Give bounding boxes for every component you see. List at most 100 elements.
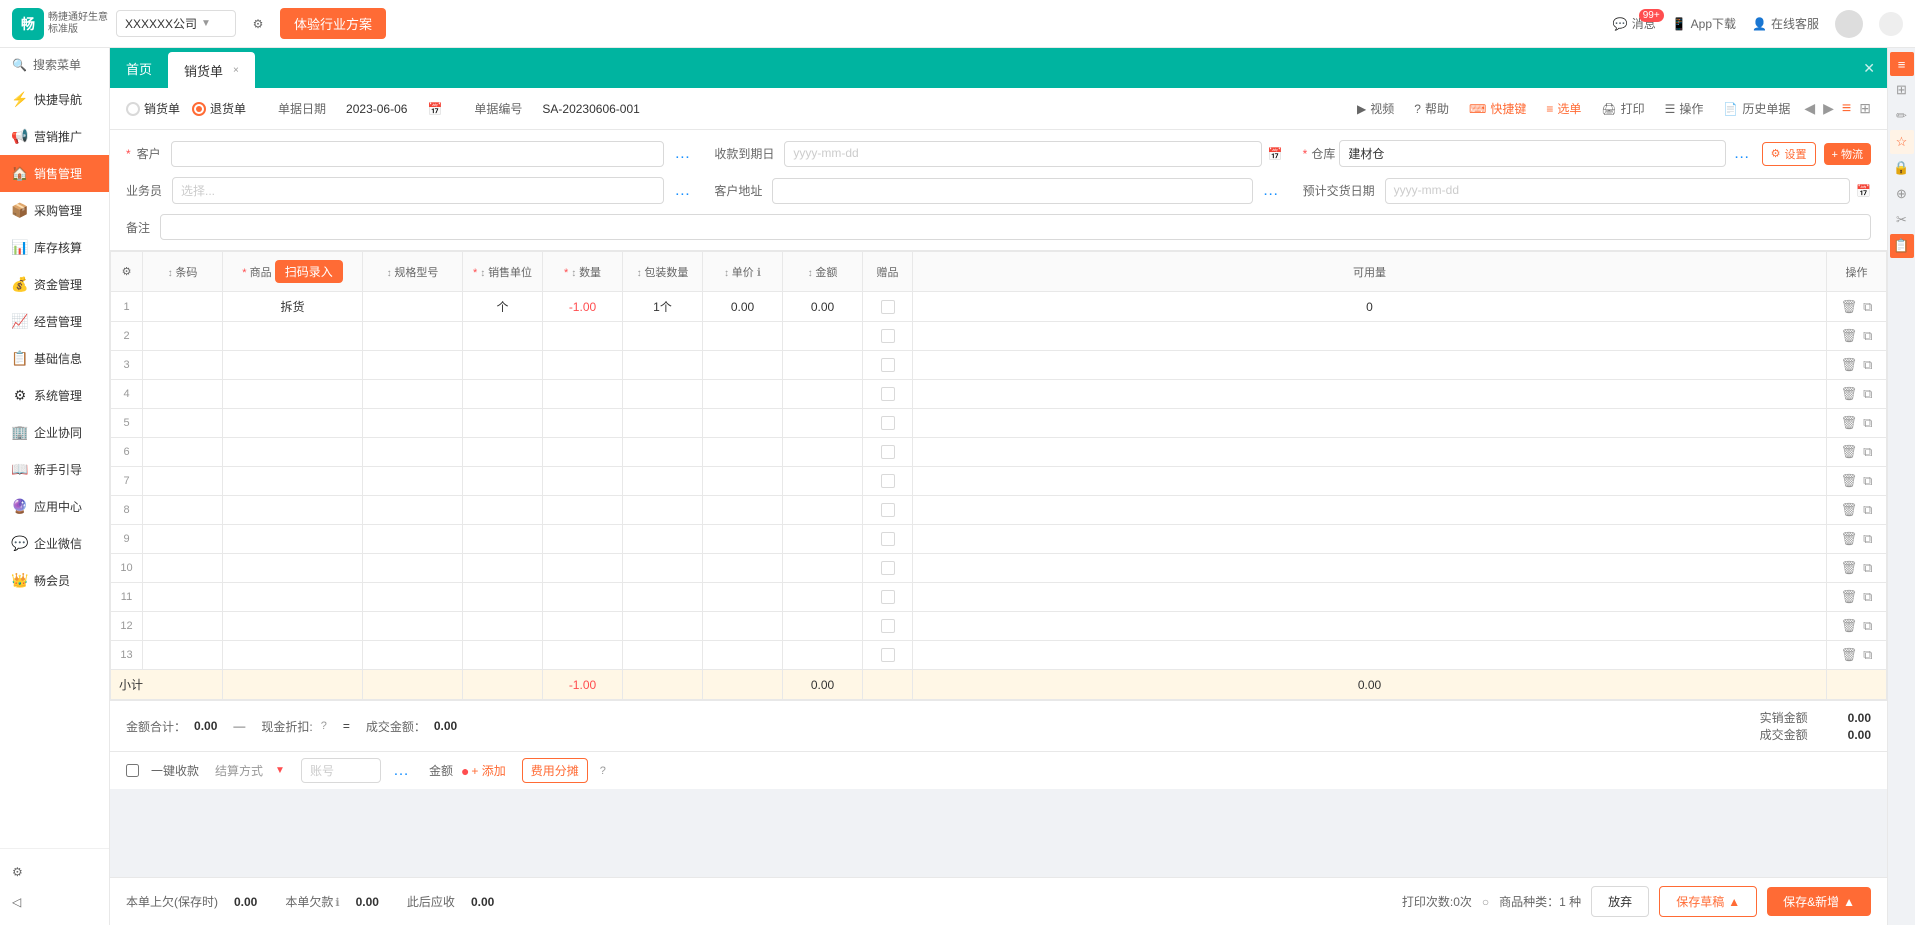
- sidebar-item-inventory[interactable]: 📊 库存核算: [0, 229, 109, 266]
- right-panel-btn-5[interactable]: 🔒: [1890, 156, 1914, 180]
- row-barcode-3[interactable]: [143, 351, 223, 380]
- salesperson-input[interactable]: 选择...: [172, 177, 664, 204]
- copy-icon-13[interactable]: ⧉: [1863, 647, 1872, 663]
- row-gift-6[interactable]: [863, 438, 913, 467]
- row-amount-4[interactable]: [783, 380, 863, 409]
- row-unit-12[interactable]: [463, 612, 543, 641]
- delete-icon-4[interactable]: 🗑: [1841, 386, 1858, 402]
- delete-icon-2[interactable]: 🗑: [1841, 328, 1858, 344]
- row-spec-9[interactable]: [363, 525, 463, 554]
- row-qty-3[interactable]: [543, 351, 623, 380]
- logistics-btn[interactable]: + 物流: [1824, 143, 1871, 165]
- video-btn[interactable]: ▶ 视频: [1351, 98, 1400, 119]
- delete-icon-8[interactable]: 🗑: [1841, 502, 1858, 518]
- copy-icon-12[interactable]: ⧉: [1863, 618, 1872, 634]
- delete-icon-13[interactable]: 🗑: [1841, 647, 1858, 663]
- row-amount-1[interactable]: 0.00: [783, 292, 863, 322]
- delete-icon-12[interactable]: 🗑: [1841, 618, 1858, 634]
- row-gift-7[interactable]: [863, 467, 913, 496]
- row-spec-2[interactable]: [363, 322, 463, 351]
- row-spec-11[interactable]: [363, 583, 463, 612]
- row-price-7[interactable]: [703, 467, 783, 496]
- next-icon[interactable]: ▶: [1823, 100, 1834, 117]
- right-panel-btn-3[interactable]: ✏: [1890, 104, 1914, 128]
- row-pkg-qty-7[interactable]: [623, 467, 703, 496]
- add-btn[interactable]: ● + 添加: [461, 762, 506, 779]
- sidebar-item-basic-info[interactable]: 📋 基础信息: [0, 340, 109, 377]
- row-pkg-qty-10[interactable]: [623, 554, 703, 583]
- row-product-11[interactable]: [223, 583, 363, 612]
- sidebar-item-quick-nav[interactable]: ⚡ 快捷导航: [0, 81, 109, 118]
- row-product-13[interactable]: [223, 641, 363, 670]
- copy-icon-11[interactable]: ⧉: [1863, 589, 1872, 605]
- row-unit-8[interactable]: [463, 496, 543, 525]
- right-panel-btn-1[interactable]: ≡: [1890, 52, 1914, 76]
- row-spec-12[interactable]: [363, 612, 463, 641]
- row-amount-5[interactable]: [783, 409, 863, 438]
- right-panel-btn-6[interactable]: ⊕: [1890, 182, 1914, 206]
- row-qty-4[interactable]: [543, 380, 623, 409]
- row-unit-9[interactable]: [463, 525, 543, 554]
- right-panel-btn-8[interactable]: 📋: [1890, 234, 1914, 258]
- account-ellipsis[interactable]: …: [389, 762, 413, 780]
- delete-icon-5[interactable]: 🗑: [1841, 415, 1858, 431]
- copy-icon-4[interactable]: ⧉: [1863, 386, 1872, 402]
- right-panel-btn-2[interactable]: ⊞: [1890, 78, 1914, 102]
- sidebar-item-purchase[interactable]: 📦 采购管理: [0, 192, 109, 229]
- sidebar-item-guide[interactable]: 📖 新手引导: [0, 451, 109, 488]
- row-gift-8[interactable]: [863, 496, 913, 525]
- row-product-8[interactable]: [223, 496, 363, 525]
- discard-btn[interactable]: 放弃: [1591, 886, 1649, 917]
- copy-icon-2[interactable]: ⧉: [1863, 328, 1872, 344]
- row-barcode-4[interactable]: [143, 380, 223, 409]
- row-unit-7[interactable]: [463, 467, 543, 496]
- sales-radio[interactable]: 销货单: [126, 100, 180, 117]
- delete-icon-11[interactable]: 🗑: [1841, 589, 1858, 605]
- row-unit-2[interactable]: [463, 322, 543, 351]
- return-radio[interactable]: 退货单: [192, 100, 246, 117]
- tab-close-icon[interactable]: ×: [233, 65, 239, 76]
- print-btn[interactable]: 🖨 打印: [1595, 98, 1650, 119]
- row-price-13[interactable]: [703, 641, 783, 670]
- row-qty-9[interactable]: [543, 525, 623, 554]
- list-view-icon[interactable]: ≡: [1842, 100, 1851, 118]
- row-amount-3[interactable]: [783, 351, 863, 380]
- row-price-9[interactable]: [703, 525, 783, 554]
- row-price-11[interactable]: [703, 583, 783, 612]
- scan-btn[interactable]: 扫码录入: [275, 260, 343, 283]
- operate-btn[interactable]: ☰ 操作: [1659, 98, 1710, 119]
- save-new-btn[interactable]: 保存&新增 ▲: [1767, 887, 1871, 916]
- row-qty-10[interactable]: [543, 554, 623, 583]
- sidebar-search-item[interactable]: 🔍 搜索菜单: [0, 48, 109, 81]
- row-pkg-qty-11[interactable]: [623, 583, 703, 612]
- select-btn[interactable]: ≡ 选单: [1540, 98, 1587, 119]
- sidebar-item-system[interactable]: ⚙ 系统管理: [0, 377, 109, 414]
- row-amount-7[interactable]: [783, 467, 863, 496]
- row-product-9[interactable]: [223, 525, 363, 554]
- copy-icon-1[interactable]: ⧉: [1863, 299, 1872, 315]
- row-product-5[interactable]: [223, 409, 363, 438]
- row-spec-8[interactable]: [363, 496, 463, 525]
- warehouse-input[interactable]: 建材仓: [1339, 140, 1725, 167]
- sidebar-item-app-center[interactable]: 🔮 应用中心: [0, 488, 109, 525]
- row-qty-7[interactable]: [543, 467, 623, 496]
- close-window-icon[interactable]: ✕: [1863, 60, 1875, 77]
- tab-sales-order[interactable]: 销货单 ×: [168, 52, 255, 88]
- due-date-calendar-icon[interactable]: 📅: [1268, 147, 1283, 161]
- settings-btn[interactable]: ⚙ 设置: [1762, 142, 1816, 166]
- one-click-payment-checkbox[interactable]: [126, 764, 139, 777]
- row-barcode-5[interactable]: [143, 409, 223, 438]
- help-btn[interactable]: ? 帮助: [1408, 98, 1455, 119]
- row-amount-6[interactable]: [783, 438, 863, 467]
- copy-icon-7[interactable]: ⧉: [1863, 473, 1872, 489]
- row-gift-1[interactable]: [863, 292, 913, 322]
- row-spec-3[interactable]: [363, 351, 463, 380]
- row-barcode-10[interactable]: [143, 554, 223, 583]
- row-pkg-qty-2[interactable]: [623, 322, 703, 351]
- row-qty-5[interactable]: [543, 409, 623, 438]
- row-amount-8[interactable]: [783, 496, 863, 525]
- row-gift-10[interactable]: [863, 554, 913, 583]
- row-gift-5[interactable]: [863, 409, 913, 438]
- row-qty-6[interactable]: [543, 438, 623, 467]
- due-date-input[interactable]: yyyy-mm-dd: [784, 141, 1261, 167]
